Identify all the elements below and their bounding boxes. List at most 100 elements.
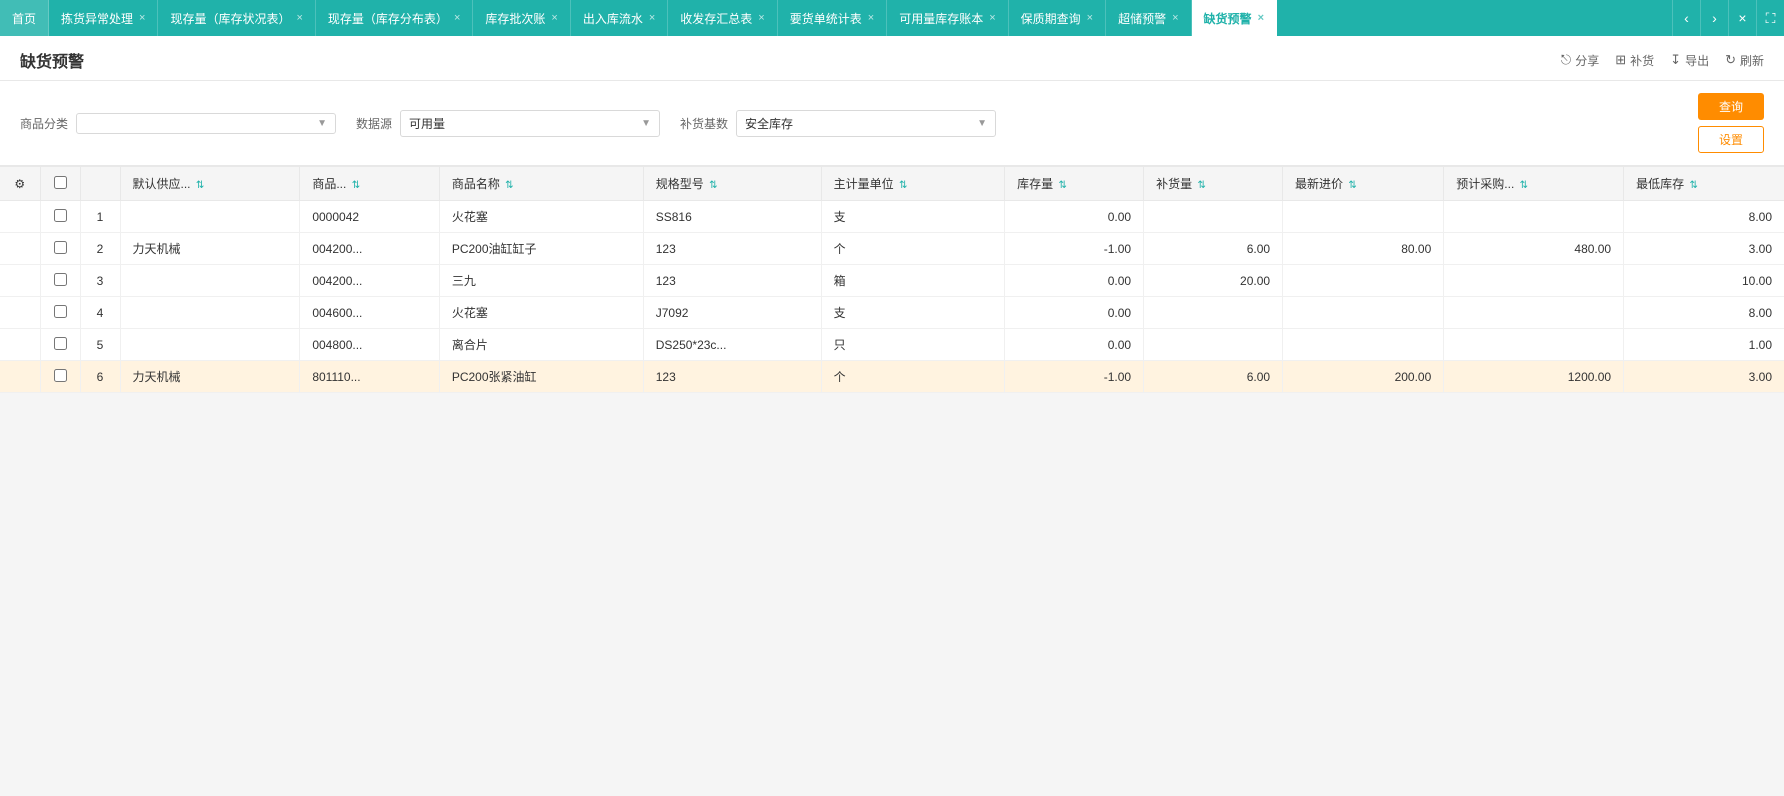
tab-batch-account-close[interactable]: ×: [551, 12, 557, 24]
row-checkbox-cell[interactable]: [40, 201, 80, 233]
row-stock: 0.00: [1005, 297, 1144, 329]
row-num: 6: [80, 361, 120, 393]
row-checkbox[interactable]: [54, 369, 67, 382]
tab-home[interactable]: 首页: [0, 0, 49, 36]
th-min-stock[interactable]: 最低库存 ⇅: [1624, 167, 1784, 201]
query-button[interactable]: 查询: [1698, 93, 1764, 120]
th-replenish-qty[interactable]: 补货量 ⇅: [1144, 167, 1283, 201]
row-checkbox-cell[interactable]: [40, 329, 80, 361]
th-goods-name[interactable]: 商品名称 ⇅: [439, 167, 643, 201]
tab-abnormal[interactable]: 拣货异常处理 ×: [49, 0, 158, 36]
tab-collect-summary-close[interactable]: ×: [758, 12, 764, 24]
row-latest-price: [1283, 329, 1444, 361]
tab-overstock[interactable]: 超储预警 ×: [1106, 0, 1191, 36]
row-latest-price: [1283, 297, 1444, 329]
row-supplier: 力天机械: [120, 233, 300, 265]
row-checkbox[interactable]: [54, 305, 67, 318]
th-unit[interactable]: 主计量单位 ⇅: [821, 167, 1005, 201]
th-est-purchase[interactable]: 预计采购... ⇅: [1444, 167, 1624, 201]
table-row: 4 004600... 火花塞 J7092 支 0.00 8.00: [0, 297, 1784, 329]
row-latest-price: 80.00: [1283, 233, 1444, 265]
row-checkbox[interactable]: [54, 273, 67, 286]
replenish-qty-sort-icon: ⇅: [1197, 180, 1205, 191]
row-num: 1: [80, 201, 120, 233]
data-table: ⚙ 默认供应... ⇅ 商品... ⇅ 商品名称: [0, 166, 1784, 393]
row-supplier: [120, 329, 300, 361]
filter-actions: 查询 设置: [1698, 93, 1764, 153]
th-spec[interactable]: 规格型号 ⇅: [643, 167, 821, 201]
row-checkbox-cell[interactable]: [40, 265, 80, 297]
row-goods-name: 火花塞: [439, 201, 643, 233]
tab-fullscreen-button[interactable]: ⛶: [1756, 0, 1784, 36]
row-checkbox[interactable]: [54, 209, 67, 222]
row-min-stock: 1.00: [1624, 329, 1784, 361]
tab-inout-flow-close[interactable]: ×: [649, 12, 655, 24]
row-replenish-qty: [1144, 297, 1283, 329]
tab-collect-summary[interactable]: 收发存汇总表 ×: [668, 0, 777, 36]
row-checkbox[interactable]: [54, 241, 67, 254]
row-stock: -1.00: [1005, 361, 1144, 393]
tab-demand-stats-close[interactable]: ×: [868, 12, 874, 24]
tab-demand-stats[interactable]: 要货单统计表 ×: [778, 0, 887, 36]
tab-close-all-button[interactable]: ×: [1728, 0, 1756, 36]
row-goods-name: PC200油缸缸子: [439, 233, 643, 265]
tab-available-ledger[interactable]: 可用量库存账本 ×: [887, 0, 1008, 36]
datasource-select[interactable]: 可用量 ▼: [400, 110, 660, 137]
row-goods-code: 004600...: [300, 297, 439, 329]
th-goods-code[interactable]: 商品... ⇅: [300, 167, 439, 201]
replenish-base-filter-group: 补货基数 安全库存 ▼: [680, 110, 996, 137]
table-header-row: ⚙ 默认供应... ⇅ 商品... ⇅ 商品名称: [0, 167, 1784, 201]
datasource-dropdown-icon: ▼: [641, 118, 651, 129]
row-checkbox[interactable]: [54, 337, 67, 350]
th-gear[interactable]: ⚙: [0, 167, 40, 201]
th-supplier[interactable]: 默认供应... ⇅: [120, 167, 300, 201]
replenish-base-select[interactable]: 安全库存 ▼: [736, 110, 996, 137]
datasource-select-value: 可用量: [409, 115, 445, 132]
category-select[interactable]: ▼: [76, 113, 336, 134]
tab-inventory-dist-close[interactable]: ×: [454, 12, 460, 24]
latest-price-sort-icon: ⇅: [1348, 180, 1356, 191]
row-gear-cell: [0, 233, 40, 265]
category-label: 商品分类: [20, 115, 68, 132]
tab-expiry-query-close[interactable]: ×: [1087, 12, 1093, 24]
row-gear-cell: [0, 265, 40, 297]
th-stock[interactable]: 库存量 ⇅: [1005, 167, 1144, 201]
tab-bar: 首页 拣货异常处理 × 现存量（库存状况表） × 现存量（库存分布表） × 库存…: [0, 0, 1784, 36]
row-checkbox-cell[interactable]: [40, 297, 80, 329]
select-all-checkbox[interactable]: [54, 176, 67, 189]
category-dropdown-icon: ▼: [317, 118, 327, 129]
tab-inventory-status[interactable]: 现存量（库存状况表） ×: [158, 0, 315, 36]
row-unit: 箱: [821, 265, 1005, 297]
tab-overstock-close[interactable]: ×: [1172, 12, 1178, 24]
page-header: 缺货预警 ⎋ 分享 ⊞ 补货 ↧ 导出 ↻ 刷新: [0, 36, 1784, 81]
gear-icon: ⚙: [14, 177, 25, 191]
est-purchase-sort-icon: ⇅: [1520, 180, 1528, 191]
export-button[interactable]: ↧ 导出: [1670, 52, 1709, 69]
share-icon: ⎋: [1561, 52, 1571, 68]
tab-prev-button[interactable]: ‹: [1672, 0, 1700, 36]
refresh-button[interactable]: ↻ 刷新: [1725, 52, 1764, 69]
tab-inout-flow[interactable]: 出入库流水 ×: [571, 0, 668, 36]
th-check[interactable]: [40, 167, 80, 201]
row-goods-code: 801110...: [300, 361, 439, 393]
row-spec: 123: [643, 265, 821, 297]
row-checkbox-cell[interactable]: [40, 233, 80, 265]
tab-stockout[interactable]: 缺货预警 ×: [1192, 0, 1277, 36]
tab-abnormal-close[interactable]: ×: [139, 12, 145, 24]
row-checkbox-cell[interactable]: [40, 361, 80, 393]
settings-button[interactable]: 设置: [1698, 126, 1764, 153]
main-content: 缺货预警 ⎋ 分享 ⊞ 补货 ↧ 导出 ↻ 刷新 商品分类: [0, 36, 1784, 393]
share-button[interactable]: ⎋ 分享: [1561, 52, 1599, 69]
row-stock: 0.00: [1005, 265, 1144, 297]
replenish-button[interactable]: ⊞ 补货: [1615, 52, 1654, 69]
unit-sort-icon: ⇅: [899, 180, 907, 191]
th-latest-price[interactable]: 最新进价 ⇅: [1283, 167, 1444, 201]
export-icon: ↧: [1670, 52, 1681, 68]
tab-batch-account[interactable]: 库存批次账 ×: [473, 0, 570, 36]
tab-inventory-dist[interactable]: 现存量（库存分布表） ×: [316, 0, 473, 36]
tab-expiry-query[interactable]: 保质期查询 ×: [1009, 0, 1106, 36]
tab-inventory-status-close[interactable]: ×: [296, 12, 302, 24]
tab-available-ledger-close[interactable]: ×: [989, 12, 995, 24]
tab-stockout-close[interactable]: ×: [1258, 12, 1264, 24]
tab-next-button[interactable]: ›: [1700, 0, 1728, 36]
